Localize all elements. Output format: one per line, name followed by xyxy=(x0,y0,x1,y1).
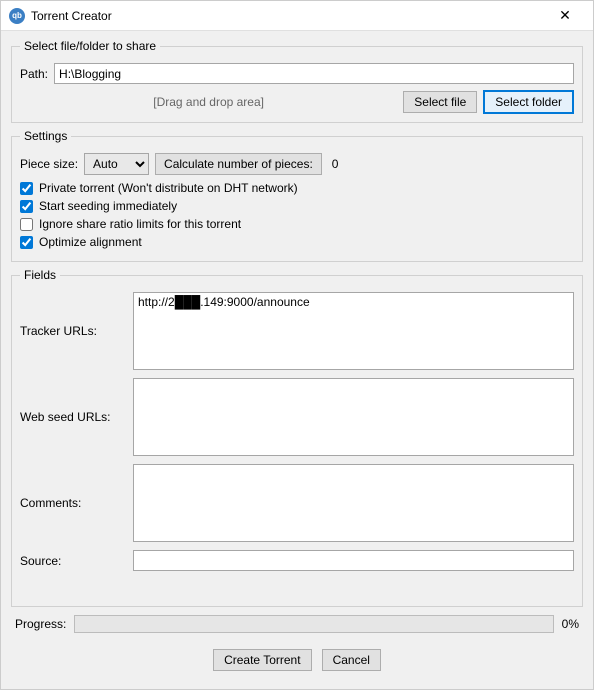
optimize-label: Optimize alignment xyxy=(39,235,142,249)
window-title: Torrent Creator xyxy=(31,9,545,23)
close-icon[interactable]: ✕ xyxy=(545,2,585,30)
ignore-ratio-checkbox[interactable] xyxy=(20,218,33,231)
start-seeding-checkbox[interactable] xyxy=(20,200,33,213)
titlebar: qb Torrent Creator ✕ xyxy=(1,1,593,31)
optimize-checkbox[interactable] xyxy=(20,236,33,249)
source-label: Source: xyxy=(20,554,125,568)
piece-size-select[interactable]: Auto xyxy=(84,153,149,175)
start-seeding-label: Start seeding immediately xyxy=(39,199,177,213)
source-input[interactable] xyxy=(133,550,574,571)
select-file-legend: Select file/folder to share xyxy=(20,39,160,53)
settings-legend: Settings xyxy=(20,129,71,143)
webseed-urls-label: Web seed URLs: xyxy=(20,410,125,424)
private-torrent-checkbox[interactable] xyxy=(20,182,33,195)
select-file-group: Select file/folder to share Path: [Drag … xyxy=(11,39,583,123)
path-input[interactable] xyxy=(54,63,574,84)
tracker-urls-textarea[interactable] xyxy=(133,292,574,370)
select-folder-button[interactable]: Select folder xyxy=(483,90,574,114)
private-torrent-label: Private torrent (Won't distribute on DHT… xyxy=(39,181,298,195)
fields-legend: Fields xyxy=(20,268,60,282)
drag-drop-area[interactable]: [Drag and drop area] xyxy=(20,93,397,111)
app-icon: qb xyxy=(9,8,25,24)
path-label: Path: xyxy=(20,67,48,81)
calculate-pieces-button[interactable]: Calculate number of pieces: xyxy=(155,153,322,175)
settings-group: Settings Piece size: Auto Calculate numb… xyxy=(11,129,583,262)
pieces-count: 0 xyxy=(328,155,363,173)
progress-label: Progress: xyxy=(15,617,66,631)
comments-label: Comments: xyxy=(20,496,125,510)
piece-size-label: Piece size: xyxy=(20,157,78,171)
progress-row: Progress: 0% xyxy=(11,613,583,635)
cancel-button[interactable]: Cancel xyxy=(322,649,381,671)
create-torrent-button[interactable]: Create Torrent xyxy=(213,649,311,671)
fields-group: Fields Tracker URLs: Web seed URLs: Comm… xyxy=(11,268,583,607)
progress-bar xyxy=(74,615,553,633)
progress-percent: 0% xyxy=(562,617,579,631)
torrent-creator-window: qb Torrent Creator ✕ Select file/folder … xyxy=(0,0,594,690)
ignore-ratio-label: Ignore share ratio limits for this torre… xyxy=(39,217,241,231)
webseed-urls-textarea[interactable] xyxy=(133,378,574,456)
tracker-urls-label: Tracker URLs: xyxy=(20,324,125,338)
comments-textarea[interactable] xyxy=(133,464,574,542)
content-area: Select file/folder to share Path: [Drag … xyxy=(1,31,593,689)
footer-buttons: Create Torrent Cancel xyxy=(11,641,583,681)
select-file-button[interactable]: Select file xyxy=(403,91,477,113)
